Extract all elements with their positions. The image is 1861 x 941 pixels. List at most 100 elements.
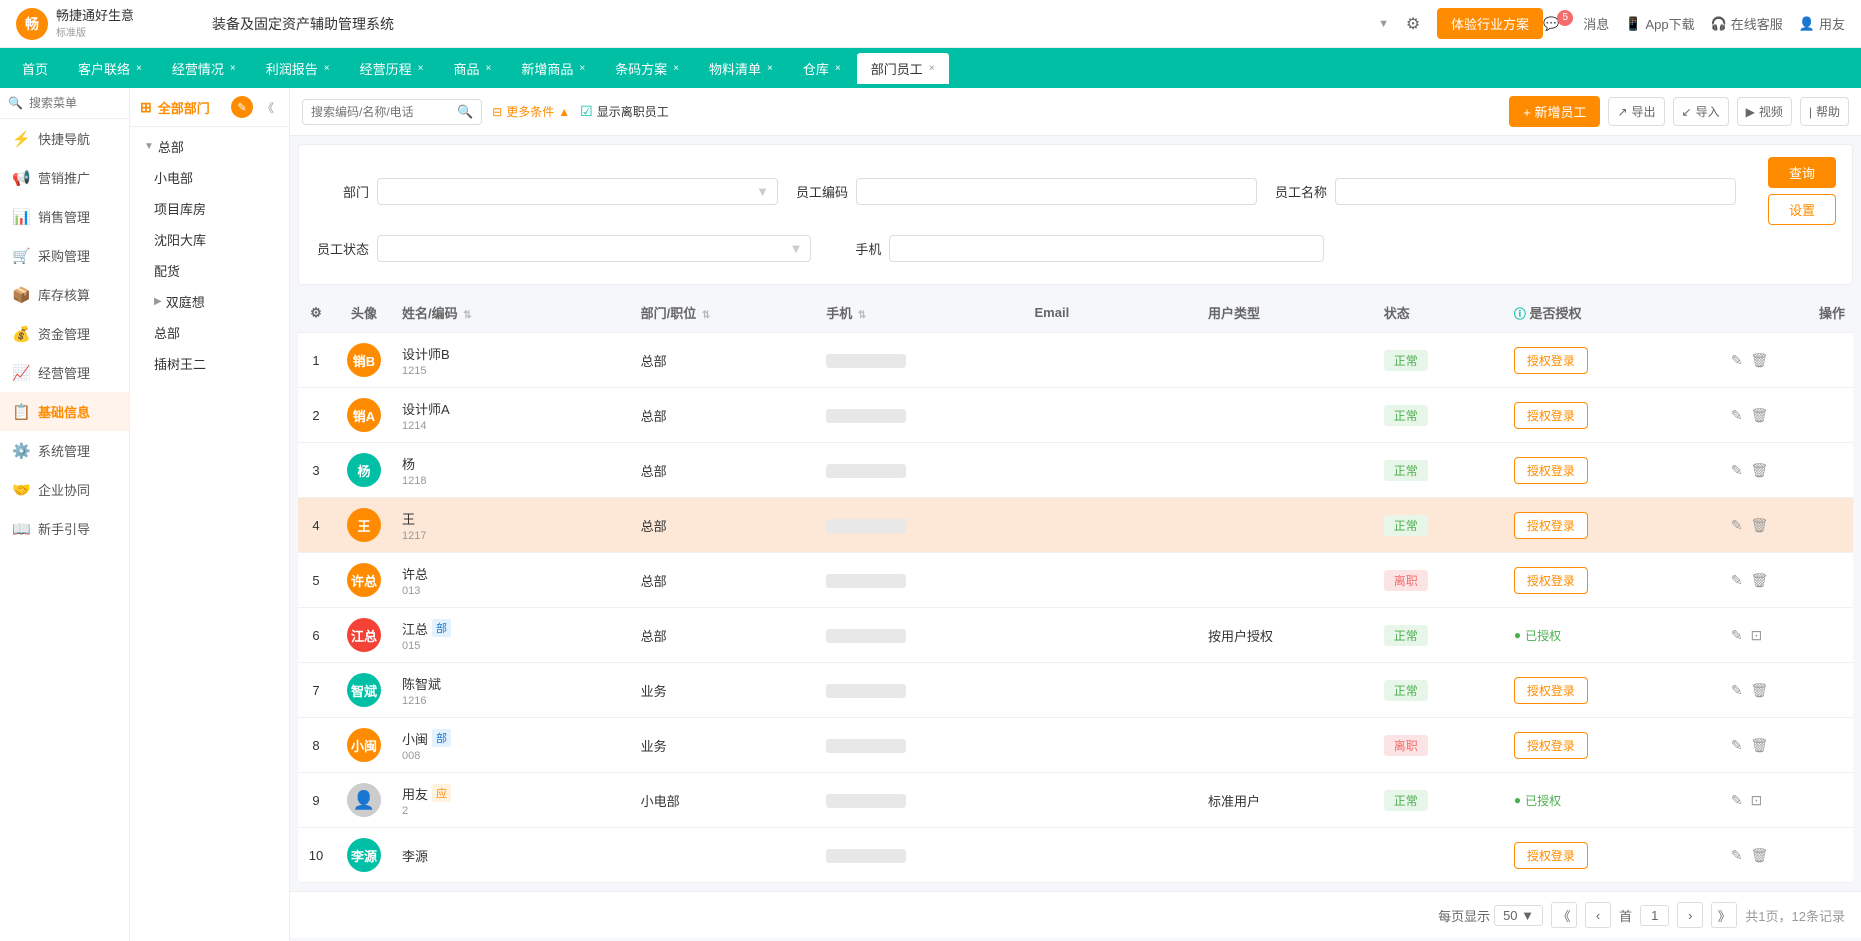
more-conditions-button[interactable]: ⊟ 更多条件 ▲ [492,103,570,120]
emp-code-field[interactable] [865,184,1248,199]
add-employee-button[interactable]: + 新增员工 [1509,96,1600,127]
close-icon[interactable]: × [835,63,841,74]
edit-icon[interactable]: ✎ [1731,682,1743,699]
sidebar-item-operations[interactable]: 📈 经营管理 [0,353,129,392]
col-settings[interactable]: ⚙ [298,293,334,333]
edit-icon[interactable]: ✎ [1731,792,1743,809]
tab-bom[interactable]: 物料清单 × [695,53,787,84]
close-icon[interactable]: × [767,63,773,74]
sidebar-item-collab[interactable]: 🤝 企业协同 [0,470,129,509]
dept-edit-button[interactable]: ✎ [231,96,253,118]
prev-page-button[interactable]: ‹ [1585,902,1611,928]
settings-icon[interactable]: ⚙ [1401,12,1425,36]
search-input[interactable] [311,105,451,119]
delete-icon[interactable]: 🗑 [1751,517,1769,534]
edit-icon[interactable]: ✎ [1731,352,1743,369]
sidebar-item-shortcut[interactable]: ⚡ 快捷导航 [0,119,129,158]
close-icon[interactable]: × [673,63,679,74]
edit-icon[interactable]: ✎ [1731,847,1743,864]
auth-login-button[interactable]: 授权登录 [1514,842,1588,869]
delete-icon[interactable]: 🗑 [1751,407,1769,424]
auth-login-button[interactable]: 授权登录 [1514,567,1588,594]
view-button[interactable]: ▶ 视频 [1737,97,1792,126]
dept-collapse-button[interactable]: 《 [257,96,279,118]
sidebar-item-sales[interactable]: 📊 销售管理 [0,197,129,236]
import-button[interactable]: ↙ 导入 [1673,97,1729,126]
close-icon[interactable]: × [230,63,236,74]
edit-icon[interactable]: ✎ [1731,407,1743,424]
close-icon[interactable]: × [485,63,491,74]
dept-item-chashuwangz[interactable]: 插树王二 [130,348,289,379]
edit-icon[interactable]: ✎ [1731,737,1743,754]
close-icon[interactable]: × [136,63,142,74]
experience-button[interactable]: 体验行业方案 [1437,8,1543,39]
tab-customer[interactable]: 客户联络 × [64,53,156,84]
auth-login-button[interactable]: 授权登录 [1514,347,1588,374]
delete-icon[interactable]: 🗑 [1751,737,1769,754]
emp-code-input[interactable] [856,178,1257,205]
tab-operations[interactable]: 经营情况 × [158,53,250,84]
last-page-button[interactable]: 》 [1711,902,1737,928]
sidebar-item-marketing[interactable]: 📢 营销推广 [0,158,129,197]
online-service-button[interactable]: 🎧 在线客服 [1711,14,1783,33]
tab-goods[interactable]: 商品 × [439,53,505,84]
delete-icon[interactable]: 🗑 [1751,462,1769,479]
page-number-input[interactable]: 1 [1640,905,1669,926]
status-filter-input[interactable]: ▼ [377,235,811,262]
tab-barcode[interactable]: 条码方案 × [601,53,693,84]
col-name[interactable]: 姓名/编码 ⇅ [394,293,633,333]
edit-icon[interactable]: ✎ [1731,517,1743,534]
edit-icon[interactable]: ✎ [1731,627,1743,644]
next-page-button[interactable]: › [1677,902,1703,928]
auth-login-button[interactable]: 授权登录 [1514,732,1588,759]
page-size-value[interactable]: 50 ▼ [1494,905,1543,926]
reset-button[interactable]: 设置 [1768,194,1836,225]
dept-item-shuangtingxiang[interactable]: ▶ 双庭想 [130,286,289,317]
sidebar-item-inventory[interactable]: 📦 库存核算 [0,275,129,314]
col-phone[interactable]: 手机 ⇅ [818,293,1026,333]
dept-item-delivery[interactable]: 配货 [130,255,289,286]
dept-filter-input[interactable]: ▼ [377,178,778,205]
phone-field[interactable] [898,241,1314,256]
user-menu[interactable]: 👤 用友 [1799,14,1845,33]
dept-item-small-elec[interactable]: 小电部 [130,162,289,193]
show-former-checkbox[interactable]: ☑ 显示离职员工 [580,103,669,120]
tab-home[interactable]: 首页 [8,53,62,84]
sidebar-item-finance[interactable]: 💰 资金管理 [0,314,129,353]
tab-dept-staff[interactable]: 部门员工 × [857,53,949,84]
query-button[interactable]: 查询 [1768,157,1836,188]
close-icon[interactable]: × [324,63,330,74]
sidebar-search-bar[interactable]: 🔍 [0,88,129,119]
close-icon[interactable]: × [929,63,935,74]
tab-history[interactable]: 经营历程 × [346,53,438,84]
auth-login-button[interactable]: 授权登录 [1514,512,1588,539]
first-page-button[interactable]: 《 [1551,902,1577,928]
export-button[interactable]: ↗ 导出 [1608,97,1664,126]
delete-icon[interactable]: 🗑 [1751,572,1769,589]
dept-item-general[interactable]: ▼ 总部 [130,131,289,162]
auth-login-button[interactable]: 授权登录 [1514,402,1588,429]
copy-icon[interactable]: ⊡ [1751,792,1763,809]
emp-name-input[interactable] [1335,178,1736,205]
delete-icon[interactable]: 🗑 [1751,847,1769,864]
sidebar-item-purchase[interactable]: 🛒 采购管理 [0,236,129,275]
auth-login-button[interactable]: 授权登录 [1514,677,1588,704]
col-dept[interactable]: 部门/职位 ⇅ [633,293,819,333]
search-icon[interactable]: 🔍 [457,104,473,120]
phone-filter-input[interactable] [889,235,1323,262]
filter-search-box[interactable]: 🔍 [302,99,482,125]
dept-item-shenyang[interactable]: 沈阳大库 [130,224,289,255]
auth-login-button[interactable]: 授权登录 [1514,457,1588,484]
help-button[interactable]: | 帮助 [1800,97,1849,126]
delete-icon[interactable]: 🗑 [1751,352,1769,369]
tab-warehouse[interactable]: 仓库 × [789,53,855,84]
close-icon[interactable]: × [418,63,424,74]
sidebar-item-basic-info[interactable]: 📋 基础信息 [0,392,129,431]
messages-button[interactable]: 💬 5 消息 [1543,14,1609,33]
system-dropdown-arrow[interactable]: ▼ [1378,18,1389,30]
app-download-button[interactable]: 📱 App下载 [1625,14,1694,33]
edit-icon[interactable]: ✎ [1731,572,1743,589]
edit-icon[interactable]: ✎ [1731,462,1743,479]
sidebar-item-guide[interactable]: 📖 新手引导 [0,509,129,548]
dept-item-project[interactable]: 项目库房 [130,193,289,224]
